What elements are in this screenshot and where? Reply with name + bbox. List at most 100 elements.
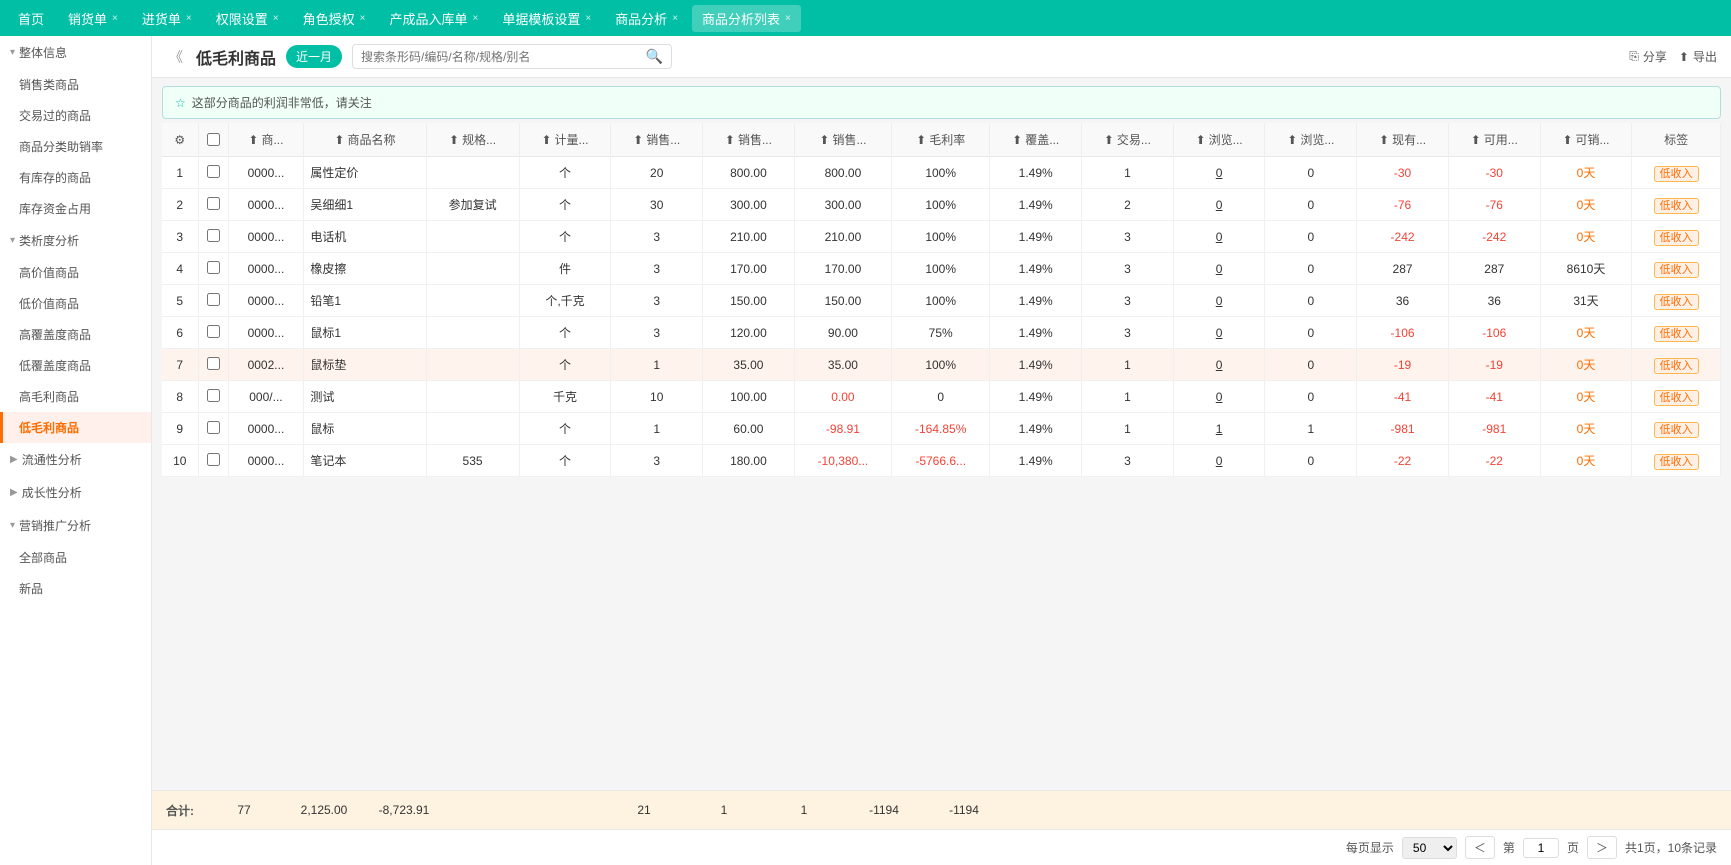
cell-name: 鼠标1: [304, 317, 426, 349]
nav-role-auth[interactable]: 角色授权 ×: [293, 5, 376, 32]
close-icon[interactable]: ×: [186, 13, 192, 24]
row-checkbox[interactable]: [207, 293, 220, 306]
cell-gross-rate: -164.85%: [892, 413, 990, 445]
close-icon[interactable]: ×: [585, 13, 591, 24]
close-icon[interactable]: ×: [112, 13, 118, 24]
prev-page-button[interactable]: ＜: [1465, 836, 1495, 859]
cell-name: 铅笔1: [304, 285, 426, 317]
nav-sales-order[interactable]: 销货单 ×: [58, 5, 128, 32]
close-icon[interactable]: ×: [360, 13, 366, 24]
row-checkbox[interactable]: [207, 197, 220, 210]
row-checkbox[interactable]: [207, 421, 220, 434]
sidebar-item-traded[interactable]: 交易过的商品: [0, 100, 151, 131]
close-icon[interactable]: ×: [273, 13, 279, 24]
cell-available: -30: [1448, 157, 1540, 189]
sidebar-item-low-value[interactable]: 低价值商品: [0, 288, 151, 319]
filter-recent-month-button[interactable]: 近一月: [286, 45, 342, 68]
current-page-input[interactable]: [1523, 838, 1559, 858]
close-icon[interactable]: ×: [672, 13, 678, 24]
cell-gross-rate: 100%: [892, 349, 990, 381]
row-checkbox[interactable]: [207, 165, 220, 178]
row-checkbox[interactable]: [207, 229, 220, 242]
browse1-link[interactable]: 0: [1216, 230, 1223, 244]
browse1-link[interactable]: 1: [1216, 422, 1223, 436]
sidebar-item-new-products[interactable]: 新品: [0, 573, 151, 604]
table-footer: 合计: 77 2,125.00 -8,723.91 21 1 1 -1194 -…: [152, 790, 1731, 829]
row-checkbox[interactable]: [207, 357, 220, 370]
sidebar-item-low-profit[interactable]: 低毛利商品: [0, 412, 151, 443]
browse1-link[interactable]: 0: [1216, 166, 1223, 180]
sidebar-item-sales-category[interactable]: 销售类商品: [0, 69, 151, 100]
browse1-link[interactable]: 0: [1216, 326, 1223, 340]
sidebar-item-capital[interactable]: 库存资金占用: [0, 193, 151, 224]
export-button[interactable]: ⬆ 导出: [1679, 48, 1717, 65]
sidebar-group-overall[interactable]: ▾ 整体信息: [0, 36, 151, 69]
cell-available: -981: [1448, 413, 1540, 445]
sidebar-group-liquidity[interactable]: ▶ 流通性分析: [0, 443, 151, 476]
next-page-button[interactable]: ＞: [1587, 836, 1617, 859]
search-input[interactable]: [361, 50, 646, 64]
sidebar-item-stocked[interactable]: 有库存的商品: [0, 162, 151, 193]
cell-checkbox: [198, 189, 228, 221]
col-code: ⬆商...: [228, 123, 304, 157]
sidebar-item-all-products[interactable]: 全部商品: [0, 542, 151, 573]
sidebar-item-high-profit[interactable]: 高毛利商品: [0, 381, 151, 412]
share-button[interactable]: ⎘ 分享: [1629, 48, 1667, 65]
row-checkbox[interactable]: [207, 453, 220, 466]
footer-spacer1: [444, 799, 524, 821]
cell-browse2: 0: [1265, 285, 1357, 317]
sidebar-item-high-value[interactable]: 高价值商品: [0, 257, 151, 288]
nav-product-warehouse[interactable]: 产成品入库单 ×: [379, 5, 488, 32]
settings-icon[interactable]: ⚙: [174, 133, 185, 147]
cell-available: -41: [1448, 381, 1540, 413]
sidebar-group-growth[interactable]: ▶ 成长性分析: [0, 476, 151, 509]
cell-browse1: 0: [1173, 381, 1265, 413]
row-checkbox[interactable]: [207, 261, 220, 274]
sidebar-group-marketing[interactable]: ▾ 营销推广分析: [0, 509, 151, 542]
table-row: 8 000/... 测试 千克 10 100.00 0.00 0 1.49% 1…: [162, 381, 1721, 413]
cell-saleable: 8610天: [1540, 253, 1632, 285]
browse1-link[interactable]: 0: [1216, 454, 1223, 468]
browse1-link[interactable]: 0: [1216, 262, 1223, 276]
row-checkbox[interactable]: [207, 325, 220, 338]
cell-tag: 低收入: [1632, 349, 1721, 381]
browse1-link[interactable]: 0: [1216, 390, 1223, 404]
nav-template-settings[interactable]: 单据模板设置 ×: [492, 5, 601, 32]
nav-permission[interactable]: 权限设置 ×: [206, 5, 289, 32]
close-icon[interactable]: ×: [785, 13, 791, 24]
table-row: 6 0000... 鼠标1 个 3 120.00 90.00 75% 1.49%…: [162, 317, 1721, 349]
cell-tag: 低收入: [1632, 381, 1721, 413]
col-sales-price: ⬆销售...: [703, 123, 795, 157]
sidebar-item-low-coverage[interactable]: 低覆盖度商品: [0, 350, 151, 381]
browse1-link[interactable]: 0: [1216, 294, 1223, 308]
sidebar-item-high-coverage[interactable]: 高覆盖度商品: [0, 319, 151, 350]
table-container: ⚙ ⬆商... ⬆商品名称 ⬆规格... ⬆计量... ⬆销售... ⬆销售..…: [152, 123, 1731, 790]
nav-purchase-order[interactable]: 进货单 ×: [132, 5, 202, 32]
table-row: 2 0000... 吴细细1 参加复试 个 30 300.00 300.00 1…: [162, 189, 1721, 221]
cell-checkbox: [198, 221, 228, 253]
browse1-link[interactable]: 0: [1216, 358, 1223, 372]
cell-browse2: 0: [1265, 349, 1357, 381]
cell-gross-rate: 100%: [892, 157, 990, 189]
cell-name: 笔记本: [304, 445, 426, 477]
cell-coverage: 1.49%: [990, 317, 1082, 349]
nav-home[interactable]: 首页: [8, 5, 54, 32]
row-checkbox[interactable]: [207, 389, 220, 402]
cell-no: 1: [162, 157, 198, 189]
col-sales-amount: ⬆销售...: [794, 123, 891, 157]
cell-sales-qty: 1: [611, 349, 703, 381]
cell-current-stock: 36: [1357, 285, 1449, 317]
nav-product-analysis[interactable]: 商品分析 ×: [605, 5, 688, 32]
sidebar-group-analysis[interactable]: ▾ 类析度分析: [0, 224, 151, 257]
nav-product-analysis-list[interactable]: 商品分析列表 ×: [692, 5, 801, 32]
col-unit: ⬆计量...: [519, 123, 611, 157]
cell-sales-qty: 3: [611, 317, 703, 349]
sidebar-item-category-rate[interactable]: 商品分类助销率: [0, 131, 151, 162]
close-icon[interactable]: ×: [472, 13, 478, 24]
cell-name: 吴细细1: [304, 189, 426, 221]
footer-sales-amount: -8,723.91: [364, 799, 444, 821]
page-size-select[interactable]: 50 100 200: [1402, 837, 1457, 859]
select-all-checkbox[interactable]: [207, 133, 220, 146]
sidebar-collapse-button[interactable]: 《: [166, 47, 186, 67]
browse1-link[interactable]: 0: [1216, 198, 1223, 212]
